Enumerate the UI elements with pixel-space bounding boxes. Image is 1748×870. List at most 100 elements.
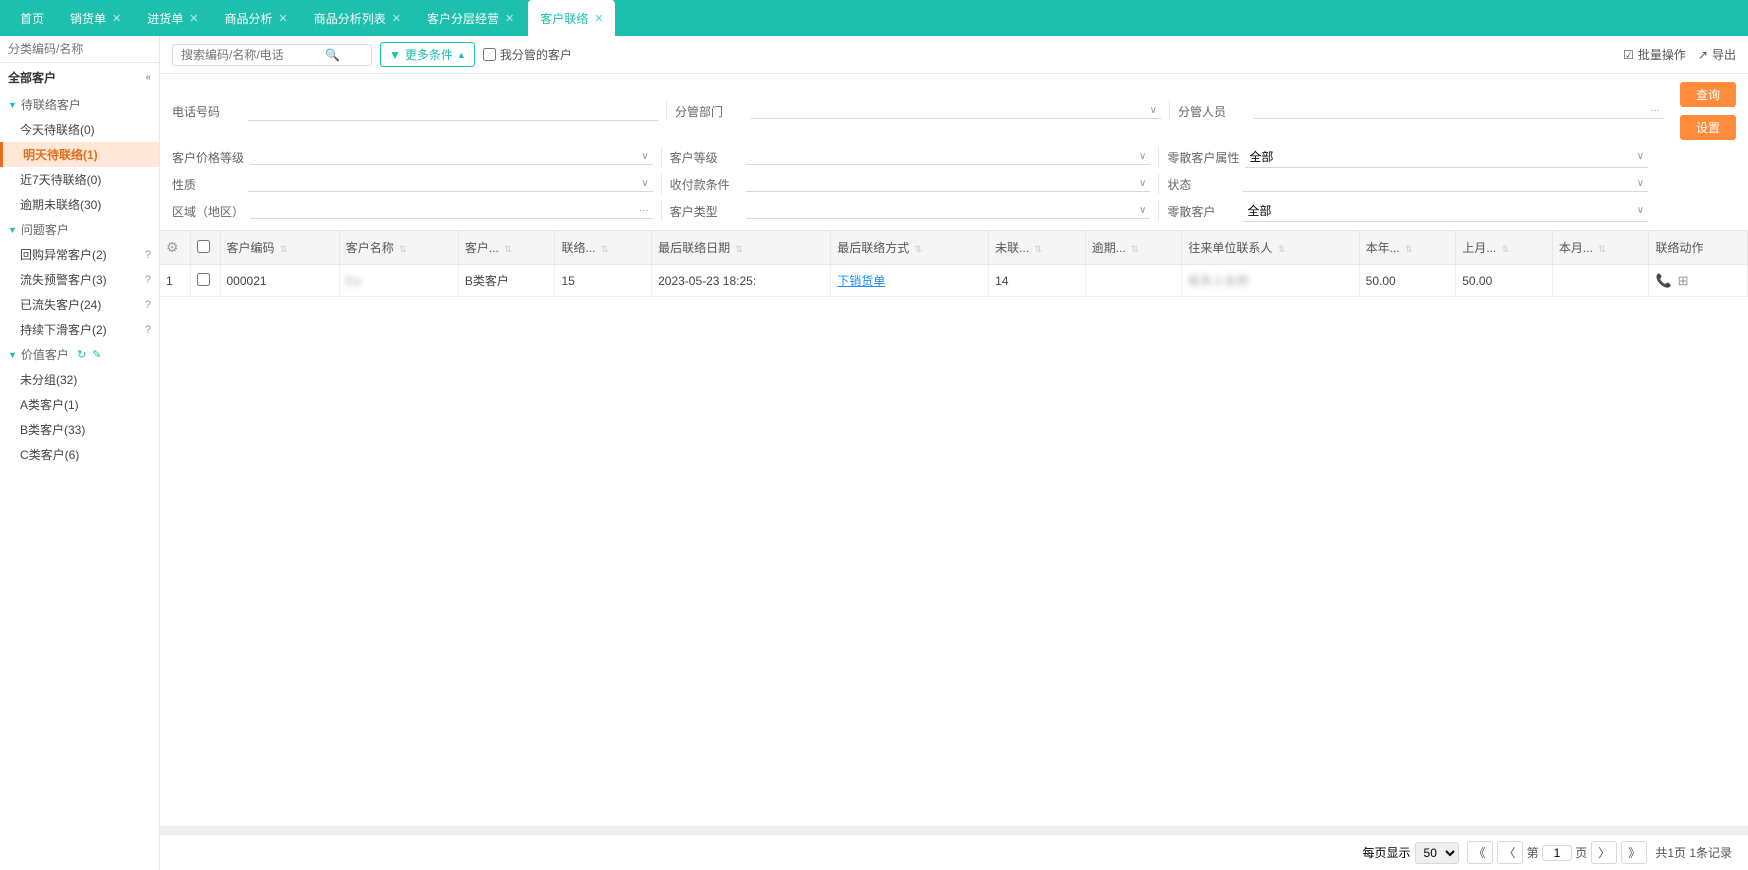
- total-records: 共1页 1条记录: [1655, 844, 1732, 861]
- close-icon[interactable]: ✕: [505, 12, 514, 25]
- filter-actions: 查询 设置: [1680, 82, 1736, 140]
- more-filter-button[interactable]: ▼ 更多条件 ▲: [380, 42, 475, 67]
- col-name: 客户名称 ⇅: [339, 231, 458, 265]
- filter-region: 区域（地区） ···: [172, 203, 653, 220]
- nav-home[interactable]: 首页: [8, 0, 56, 36]
- row-uncontact: 14: [989, 265, 1086, 297]
- col-action: 联络动作: [1649, 231, 1748, 265]
- close-icon[interactable]: ✕: [189, 12, 198, 25]
- info-icon: ?: [145, 274, 151, 286]
- my-customers-check[interactable]: [483, 48, 496, 61]
- sidebar-item-ungrouped[interactable]: 未分组(32): [0, 367, 159, 392]
- sort-icon: ⇅: [601, 244, 609, 254]
- filter-type-select[interactable]: ∨: [746, 203, 1151, 219]
- sidebar-item-today[interactable]: 今天待联络(0): [0, 117, 159, 142]
- info-icon: ?: [145, 299, 151, 311]
- sidebar-search-input[interactable]: [8, 42, 160, 56]
- refresh-icon[interactable]: ↻: [77, 348, 86, 361]
- select-all-checkbox[interactable]: [197, 240, 210, 253]
- filter-payment-select[interactable]: ∨: [746, 176, 1151, 192]
- sidebar-item-declining[interactable]: 持续下滑客户(2) ?: [0, 317, 159, 342]
- nav-customer-tier[interactable]: 客户分层经营 ✕: [415, 0, 526, 36]
- sidebar-item-churned[interactable]: 已流失客户(24) ?: [0, 292, 159, 317]
- row-code: 000021: [220, 265, 339, 297]
- nav-product-analysis[interactable]: 商品分析 ✕: [212, 0, 299, 36]
- contact-action-icon[interactable]: 📞: [1655, 273, 1671, 289]
- settings-gear-icon[interactable]: ⚙: [166, 239, 179, 255]
- nav-sales[interactable]: 销货单 ✕: [58, 0, 133, 36]
- next-page-button[interactable]: 〉: [1591, 841, 1617, 864]
- last-page-button[interactable]: 》: [1621, 841, 1647, 864]
- settings-button[interactable]: 设置: [1680, 115, 1736, 140]
- filter-retail-attr-select[interactable]: 全部 ∨: [1245, 146, 1648, 168]
- filter-panel: 电话号码 分管部门 ∨ 分管人员 ···: [160, 74, 1748, 231]
- sidebar-item-churn-warning[interactable]: 流失预警客户(3) ?: [0, 267, 159, 292]
- filter-retail-select[interactable]: 全部 ∨: [1243, 200, 1648, 222]
- info-icon: ?: [145, 249, 151, 261]
- sort-icon: ⇅: [1131, 244, 1139, 254]
- filter-status-select[interactable]: ∨: [1243, 176, 1648, 192]
- sidebar-item-b-class[interactable]: B类客户(33): [0, 417, 159, 442]
- sidebar-item-a-class[interactable]: A类客户(1): [0, 392, 159, 417]
- export-button[interactable]: ↗ 导出: [1698, 46, 1736, 63]
- search-icon[interactable]: 🔍: [325, 48, 340, 62]
- sidebar-item-overdue[interactable]: 逾期未联络(30): [0, 192, 159, 217]
- filter-person-select[interactable]: ···: [1254, 103, 1664, 119]
- close-icon[interactable]: ✕: [392, 12, 401, 25]
- my-customers-checkbox[interactable]: 我分管的客户: [483, 46, 572, 63]
- batch-operation-button[interactable]: ☑ 批量操作: [1623, 46, 1686, 63]
- content-area: 🔍 ▼ 更多条件 ▲ 我分管的客户 ☑ 批量操作 ↗ 导出: [160, 36, 1748, 870]
- sidebar-item-tomorrow[interactable]: 明天待联络(1): [0, 142, 159, 167]
- sort-icon: ⇅: [1405, 244, 1413, 254]
- toolbar-right: ☑ 批量操作 ↗ 导出: [1623, 46, 1736, 63]
- sort-icon: ⇅: [915, 244, 923, 254]
- search-box: 🔍: [172, 44, 372, 66]
- page-size-dropdown[interactable]: 50: [1415, 842, 1459, 864]
- sort-icon: ⇅: [399, 244, 407, 254]
- prev-page-button[interactable]: 〈: [1497, 841, 1523, 864]
- filter-price-select[interactable]: ∨: [250, 149, 653, 165]
- filter-status: 状态 ∨: [1167, 176, 1648, 193]
- triangle-icon: ▼: [8, 225, 17, 235]
- close-icon[interactable]: ✕: [112, 12, 121, 25]
- chevron-down-icon: ∨: [641, 151, 648, 162]
- search-input[interactable]: [181, 48, 321, 62]
- nav-customer-contact[interactable]: 客户联络 ✕: [528, 0, 615, 36]
- col-settings: ⚙: [160, 231, 190, 265]
- sidebar-item-c-class[interactable]: C类客户(6): [0, 442, 159, 467]
- nav-product-analysis-list[interactable]: 商品分析列表 ✕: [302, 0, 413, 36]
- filter-region-select[interactable]: ···: [250, 203, 653, 219]
- all-customers-header[interactable]: 全部客户 «: [0, 63, 159, 92]
- sidebar-item-repurchase-abnormal[interactable]: 回购异常客户(2) ?: [0, 242, 159, 267]
- close-icon[interactable]: ✕: [594, 12, 603, 25]
- chevron-down-icon: ∨: [1637, 178, 1644, 189]
- filter-row-3: 性质 ∨ 收付款条件 ∨ 状态: [172, 174, 1736, 194]
- filter-nature-select[interactable]: ∨: [248, 176, 653, 192]
- query-button[interactable]: 查询: [1680, 82, 1736, 107]
- sort-icon: ⇅: [280, 244, 288, 254]
- nav-purchase[interactable]: 进货单 ✕: [135, 0, 210, 36]
- row-select-checkbox[interactable]: [197, 273, 210, 286]
- col-contact-count: 联络... ⇅: [555, 231, 652, 265]
- chevron-up-icon: ▲: [457, 50, 466, 60]
- edit-icon[interactable]: ✎: [92, 348, 101, 361]
- ellipsis-icon: ···: [1650, 105, 1660, 116]
- first-page-button[interactable]: 《: [1467, 841, 1493, 864]
- table-row: 1 000021 Ea B类客户 15 2023-05-23 18:25: 下销…: [160, 265, 1748, 297]
- page-number-input[interactable]: [1542, 845, 1572, 861]
- all-customers-label: 全部客户: [8, 69, 56, 86]
- sidebar-item-7days[interactable]: 近7天待联络(0): [0, 167, 159, 192]
- filter-phone-input[interactable]: [248, 102, 658, 121]
- more-action-icon[interactable]: ⊞: [1678, 273, 1689, 289]
- chevron-down-icon: ∨: [1139, 205, 1146, 216]
- close-icon[interactable]: ✕: [279, 12, 288, 25]
- sidebar: 🔍 全部客户 « ▼ 待联络客户 今天待联络(0) 明天待联络(1) 近7天待联…: [0, 36, 160, 870]
- group-problem-customers: ▼ 问题客户: [0, 217, 159, 242]
- sort-icon: ⇅: [1278, 244, 1286, 254]
- chevron-down-icon: ∨: [641, 178, 648, 189]
- triangle-icon: ▼: [8, 100, 17, 110]
- filter-dept-select[interactable]: ∨: [751, 103, 1161, 119]
- filter-level-select[interactable]: ∨: [746, 149, 1151, 165]
- filter-customer-type: 客户类型 ∨: [670, 203, 1151, 220]
- scrollbar[interactable]: [160, 826, 1748, 834]
